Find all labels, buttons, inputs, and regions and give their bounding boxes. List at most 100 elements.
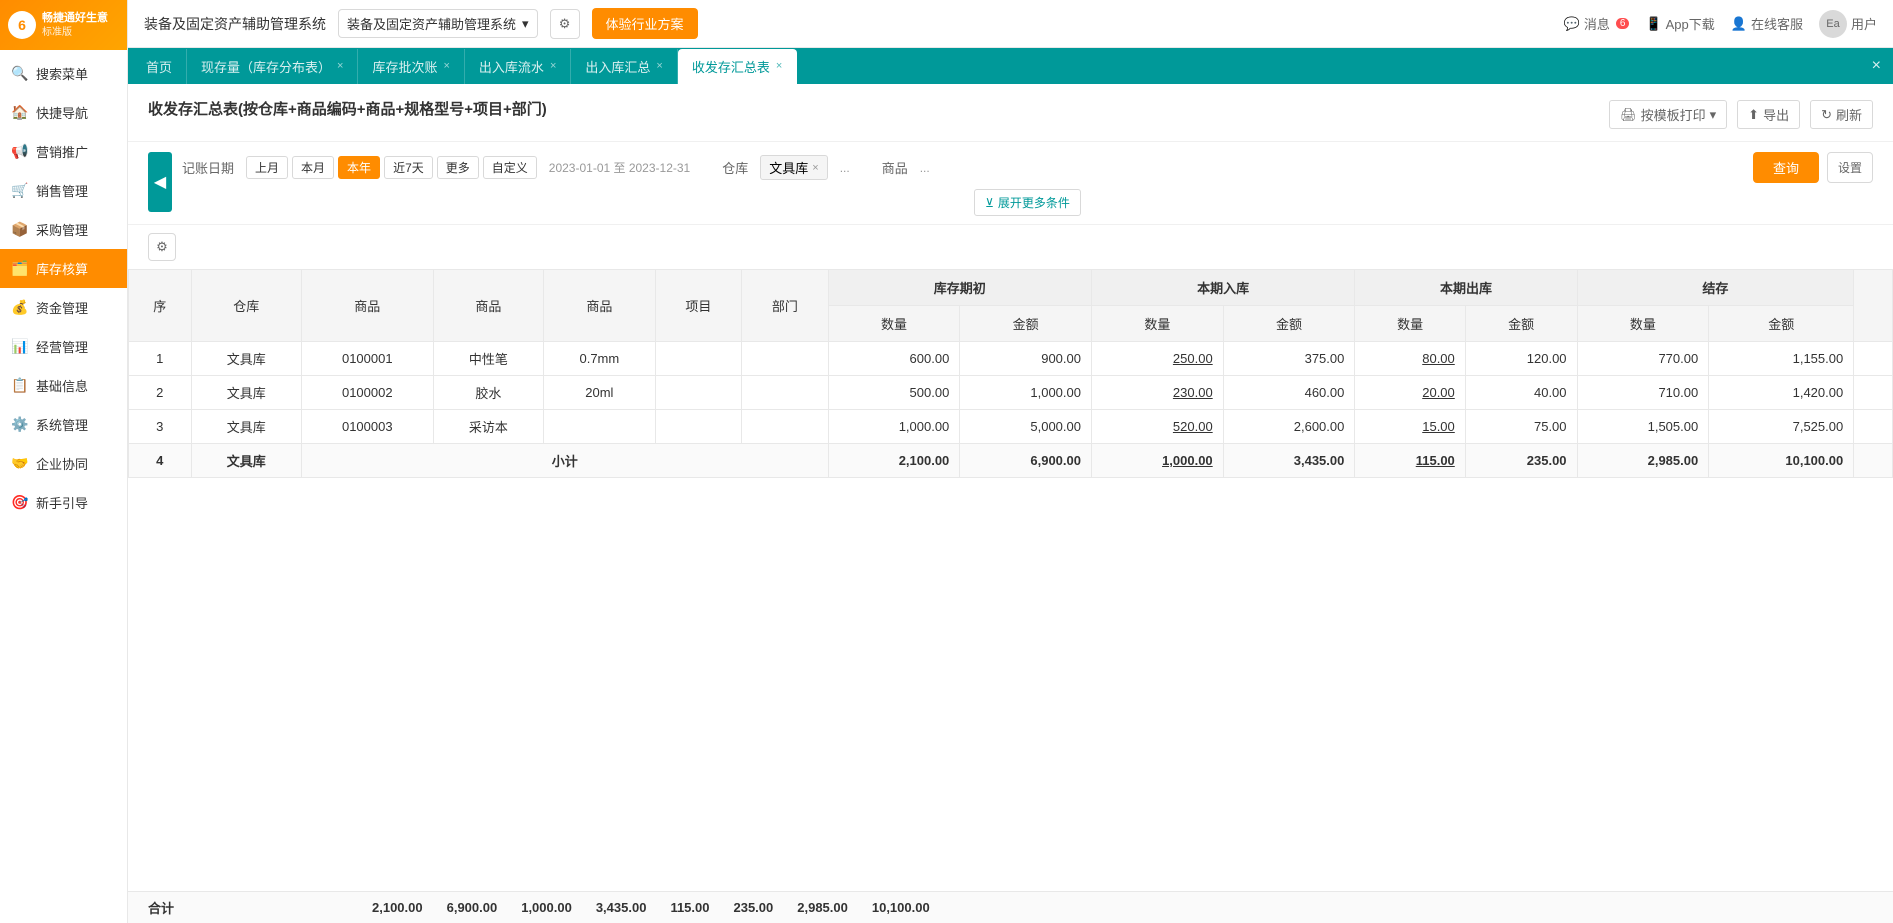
sidebar-item-operations[interactable]: 📊经营管理 bbox=[0, 327, 127, 366]
cell-project bbox=[655, 376, 741, 410]
date-btn-this-year[interactable]: 本年 bbox=[338, 156, 380, 179]
query-button[interactable]: 查询 bbox=[1753, 152, 1819, 183]
cell-in-qty[interactable]: 520.00 bbox=[1091, 410, 1223, 444]
tab-batch-ledger[interactable]: 库存批次账× bbox=[358, 49, 464, 84]
total-out-amt: 235.00 bbox=[733, 900, 773, 915]
app-download-button[interactable]: 📱 App下载 bbox=[1645, 14, 1714, 33]
sidebar-item-finance[interactable]: 💰资金管理 bbox=[0, 288, 127, 327]
cell-code: 0100003 bbox=[301, 410, 433, 444]
chevron-down-icon: ▾ bbox=[522, 16, 529, 32]
inventory-icon: 🗂️ bbox=[12, 261, 28, 277]
cell-in-qty[interactable]: 230.00 bbox=[1091, 376, 1223, 410]
tab-close-recv-send-summary[interactable]: × bbox=[776, 60, 782, 72]
cell-out-amt: 40.00 bbox=[1465, 376, 1577, 410]
table-settings-button[interactable]: ⚙ bbox=[148, 233, 176, 261]
date-btn-this-month[interactable]: 本月 bbox=[292, 156, 334, 179]
cell-code: 0100002 bbox=[301, 376, 433, 410]
tabbar-close-all-button[interactable]: × bbox=[1864, 53, 1889, 79]
online-service-button[interactable]: 👤 在线客服 bbox=[1731, 14, 1803, 33]
subtotal-out-amt: 235.00 bbox=[1465, 444, 1577, 478]
cell-dept bbox=[742, 376, 828, 410]
user-button[interactable]: Ea 用户 bbox=[1819, 10, 1877, 38]
col-department: 部门 bbox=[742, 270, 828, 342]
settings-gear-button[interactable]: ⚙ bbox=[550, 9, 580, 39]
sidebar-item-system[interactable]: ⚙️系统管理 bbox=[0, 405, 127, 444]
col-open-qty: 数量 bbox=[828, 306, 960, 342]
sidebar-item-label: 库存核算 bbox=[36, 259, 88, 278]
date-btn-custom[interactable]: 自定义 bbox=[483, 156, 537, 179]
sidebar-item-guide[interactable]: 🎯新手引导 bbox=[0, 483, 127, 522]
sidebar-item-basic-info[interactable]: 📋基础信息 bbox=[0, 366, 127, 405]
subtotal-row: 4 文具库 小计 2,100.00 6,900.00 1,000.00 3,43… bbox=[129, 444, 1893, 478]
tab-close-in-out-flow[interactable]: × bbox=[550, 60, 556, 72]
warehouse-more-button[interactable]: ... bbox=[840, 161, 850, 175]
total-label: 合计 bbox=[148, 898, 348, 917]
notification-button[interactable]: 💬 消息 6 bbox=[1564, 14, 1630, 33]
date-btn-last-month[interactable]: 上月 bbox=[246, 156, 288, 179]
table-toolbar-row: ⚙ bbox=[128, 225, 1893, 269]
print-button[interactable]: 🖨 按模板打印 ▾ bbox=[1609, 100, 1727, 129]
system-selector[interactable]: 装备及固定资产辅助管理系统 ▾ bbox=[338, 9, 538, 38]
cell-out-qty[interactable]: 20.00 bbox=[1355, 376, 1465, 410]
col-bal-amt: 金额 bbox=[1709, 306, 1854, 342]
filter-collapse-button[interactable]: ◀ bbox=[148, 152, 172, 212]
print-label: 按模板打印 bbox=[1641, 105, 1706, 124]
col-out-header: 本期出库 bbox=[1355, 270, 1577, 306]
sidebar-item-sales[interactable]: 🛒销售管理 bbox=[0, 171, 127, 210]
sidebar-item-label: 销售管理 bbox=[36, 181, 88, 200]
cell-out-amt: 120.00 bbox=[1465, 342, 1577, 376]
sidebar-item-search[interactable]: 🔍搜索菜单 bbox=[0, 54, 127, 93]
sidebar-item-quick-nav[interactable]: 🏠快捷导航 bbox=[0, 93, 127, 132]
cell-bal-amt: 7,525.00 bbox=[1709, 410, 1854, 444]
expand-conditions-button[interactable]: ⊻ 展开更多条件 bbox=[974, 189, 1081, 216]
date-btn-7days[interactable]: 近7天 bbox=[384, 156, 433, 179]
sidebar-item-enterprise[interactable]: 🤝企业协同 bbox=[0, 444, 127, 483]
sidebar-item-purchase[interactable]: 📦采购管理 bbox=[0, 210, 127, 249]
tab-inventory-dist[interactable]: 现存量（库存分布表）× bbox=[187, 49, 358, 84]
setting-button[interactable]: 设置 bbox=[1827, 152, 1873, 183]
tab-in-out-summary[interactable]: 出入库汇总× bbox=[571, 49, 677, 84]
cell-in-qty[interactable]: 250.00 bbox=[1091, 342, 1223, 376]
warehouse-tag-close[interactable]: × bbox=[812, 162, 818, 174]
cell-out-qty[interactable]: 15.00 bbox=[1355, 410, 1465, 444]
total-bal-qty: 2,985.00 bbox=[797, 900, 848, 915]
tab-label-home: 首页 bbox=[146, 57, 172, 76]
guide-icon: 🎯 bbox=[12, 495, 28, 511]
phone-icon: 📱 bbox=[1645, 16, 1661, 32]
basic-info-icon: 📋 bbox=[12, 378, 28, 394]
tab-close-batch-ledger[interactable]: × bbox=[443, 60, 449, 72]
trial-button[interactable]: 体验行业方案 bbox=[592, 8, 698, 39]
date-btn-more[interactable]: 更多 bbox=[437, 156, 479, 179]
col-goods-name: 商品 bbox=[433, 270, 543, 342]
system-selector-label: 装备及固定资产辅助管理系统 bbox=[347, 14, 516, 33]
tab-in-out-flow[interactable]: 出入库流水× bbox=[465, 49, 571, 84]
cell-out-qty[interactable]: 80.00 bbox=[1355, 342, 1465, 376]
sidebar-item-inventory[interactable]: 🗂️ 库存核算 bbox=[0, 249, 127, 288]
tab-close-inventory-dist[interactable]: × bbox=[337, 60, 343, 72]
export-button[interactable]: ⬆ 导出 bbox=[1737, 100, 1800, 129]
total-in-qty: 1,000.00 bbox=[521, 900, 572, 915]
cell-open-qty: 500.00 bbox=[828, 376, 960, 410]
goods-more-button[interactable]: ... bbox=[920, 161, 930, 175]
warehouse-tag[interactable]: 文具库 × bbox=[760, 155, 827, 180]
cell-open-amt: 900.00 bbox=[960, 342, 1092, 376]
subtotal-in-qty[interactable]: 1,000.00 bbox=[1091, 444, 1223, 478]
sidebar-item-marketing[interactable]: 📢营销推广 bbox=[0, 132, 127, 171]
refresh-button[interactable]: ↻ 刷新 bbox=[1810, 100, 1873, 129]
sidebar-item-label: 搜索菜单 bbox=[36, 64, 88, 83]
goods-filter-label: 商品 bbox=[882, 158, 908, 177]
tab-home[interactable]: 首页 bbox=[132, 49, 187, 84]
cell-in-amt: 2,600.00 bbox=[1223, 410, 1355, 444]
cell-open-amt: 1,000.00 bbox=[960, 376, 1092, 410]
tab-recv-send-summary[interactable]: 收发存汇总表× bbox=[678, 49, 797, 84]
sidebar-item-label: 营销推广 bbox=[36, 142, 88, 161]
cell-extra bbox=[1854, 376, 1893, 410]
subtotal-out-qty[interactable]: 115.00 bbox=[1355, 444, 1465, 478]
cell-project bbox=[655, 410, 741, 444]
avatar: Ea bbox=[1819, 10, 1847, 38]
subtotal-bal-amt: 10,100.00 bbox=[1709, 444, 1854, 478]
page-actions: 🖨 按模板打印 ▾ ⬆ 导出 ↻ 刷新 bbox=[1609, 100, 1873, 129]
cell-no: 1 bbox=[129, 342, 192, 376]
tab-close-in-out-summary[interactable]: × bbox=[656, 60, 662, 72]
cell-extra bbox=[1854, 342, 1893, 376]
